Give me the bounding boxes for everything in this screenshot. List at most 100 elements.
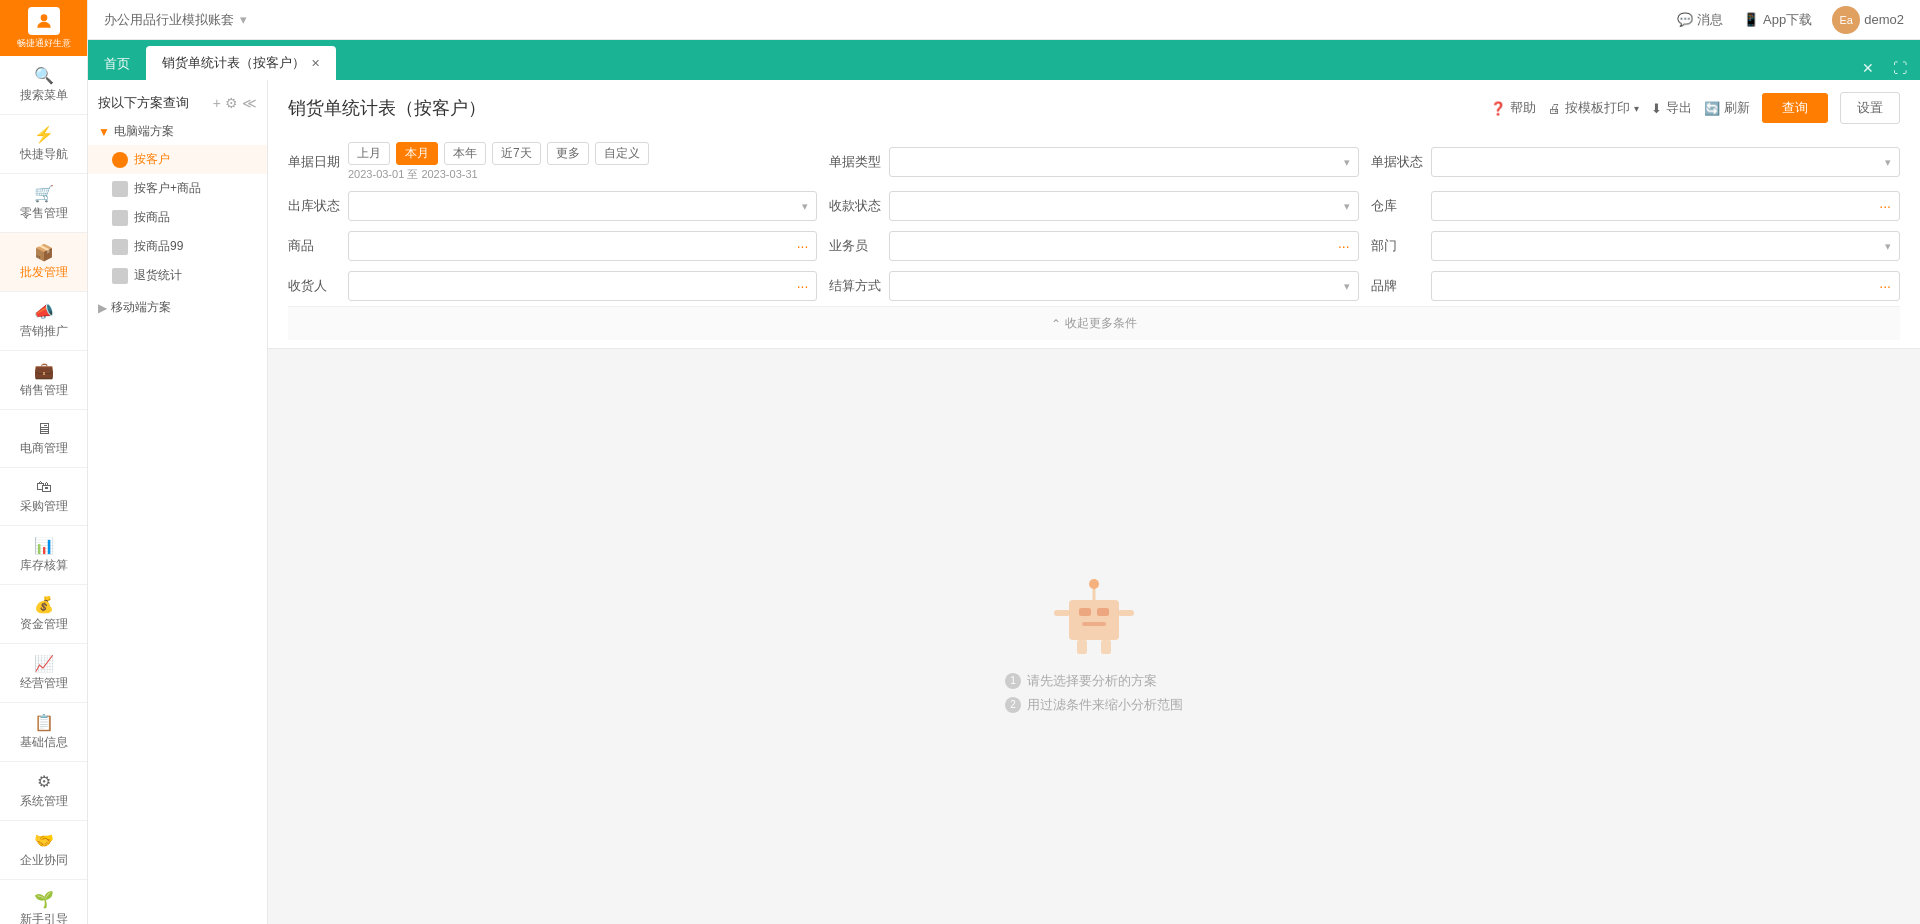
sidebar-item-marketing[interactable]: 📣 营销推广: [0, 292, 87, 351]
tab-home-label: 首页: [104, 55, 130, 73]
sidebar-item-quick-nav[interactable]: ⚡ 快捷导航: [0, 115, 87, 174]
message-btn[interactable]: 💬 消息: [1677, 11, 1723, 29]
warehouse-input[interactable]: ···: [1431, 191, 1900, 221]
tip-text-1: 请先选择要分析的方案: [1027, 672, 1157, 690]
scheme-item-label: 按商品99: [134, 238, 183, 255]
scheme-item-by-goods-99[interactable]: 按商品99: [88, 232, 267, 261]
sidebar-item-retail[interactable]: 🛒 零售管理: [0, 174, 87, 233]
date-btn-this-year[interactable]: 本年: [444, 142, 486, 165]
settings-scheme-btn[interactable]: ⚙: [225, 95, 238, 111]
sidebar-item-cooperation[interactable]: 🤝 企业协同: [0, 821, 87, 880]
doc-status-input[interactable]: ▾: [1431, 147, 1900, 177]
sidebar-item-system[interactable]: ⚙ 系统管理: [0, 762, 87, 821]
salesperson-input[interactable]: ···: [889, 231, 1358, 261]
scheme-item-by-customer-goods[interactable]: 按客户+商品: [88, 174, 267, 203]
brand-input[interactable]: ···: [1431, 271, 1900, 301]
collapse-bar[interactable]: ⌃ 收起更多条件: [288, 306, 1900, 340]
sidebar-item-label: 新手引导: [20, 911, 68, 924]
wholesale-icon: 📦: [34, 243, 54, 262]
sidebar-item-label: 基础信息: [20, 734, 68, 751]
doc-type-input[interactable]: ▾: [889, 147, 1358, 177]
message-label: 消息: [1697, 11, 1723, 29]
filter-item-receiver: 收货人 ···: [288, 270, 817, 302]
inventory-icon: 📊: [34, 536, 54, 555]
close-window-btn[interactable]: ✕: [1856, 56, 1880, 80]
sidebar-item-label: 销售管理: [20, 382, 68, 399]
tab-bar-right: ✕ ⛶: [1856, 56, 1920, 80]
maximize-btn[interactable]: ⛶: [1888, 56, 1912, 80]
export-btn[interactable]: ⬇ 导出: [1651, 99, 1692, 117]
user-menu[interactable]: Ea demo2: [1832, 6, 1904, 34]
marketing-icon: 📣: [34, 302, 54, 321]
export-label: 导出: [1666, 99, 1692, 117]
tab-sales-stat[interactable]: 销货单统计表（按客户） ✕: [146, 46, 336, 80]
sidebar-item-ecommerce[interactable]: 🖥 电商管理: [0, 410, 87, 468]
sidebar-item-finance[interactable]: 💰 资金管理: [0, 585, 87, 644]
scheme-group-toggle-mobile[interactable]: ▶ 移动端方案: [88, 294, 267, 321]
settlement-input[interactable]: ▾: [889, 271, 1358, 301]
refresh-btn[interactable]: 🔄 刷新: [1704, 99, 1750, 117]
filter-item-department: 部门 ▾: [1371, 230, 1900, 262]
dropdown-arrow-dept: ▾: [1885, 240, 1891, 253]
scheme-item-by-customer[interactable]: 按客户: [88, 145, 267, 174]
add-scheme-btn[interactable]: +: [213, 95, 221, 111]
scheme-group-label: 移动端方案: [111, 299, 171, 316]
scheme-group-mobile: ▶ 移动端方案: [88, 294, 267, 321]
scheme-item-by-goods[interactable]: 按商品: [88, 203, 267, 232]
main-area: 办公用品行业模拟账套 ▾ 💬 消息 📱 App下载 Ea demo2 首页 销货…: [88, 0, 1920, 924]
print-btn[interactable]: 🖨 按模板打印 ▾: [1548, 99, 1639, 117]
page-actions: ❓ 帮助 🖨 按模板打印 ▾ ⬇ 导出 🔄: [1490, 92, 1900, 124]
settings-button[interactable]: 设置: [1840, 92, 1900, 124]
sidebar-item-search[interactable]: 🔍 搜索菜单: [0, 56, 87, 115]
dots-goods: ···: [797, 238, 809, 254]
help-label: 帮助: [1510, 99, 1536, 117]
sidebar-item-guide[interactable]: 🌱 新手引导: [0, 880, 87, 924]
help-btn[interactable]: ❓ 帮助: [1490, 99, 1536, 117]
ship-status-input[interactable]: ▾: [348, 191, 817, 221]
app-download-btn[interactable]: 📱 App下载: [1743, 11, 1812, 29]
scheme-item-return-stats[interactable]: 退货统计: [88, 261, 267, 290]
scheme-item-label: 退货统计: [134, 267, 182, 284]
empty-tips: 1 请先选择要分析的方案 2 用过滤条件来缩小分析范围: [1005, 672, 1183, 714]
date-btn-this-month[interactable]: 本月: [396, 142, 438, 165]
sidebar-item-basic[interactable]: 📋 基础信息: [0, 703, 87, 762]
close-tab-btn[interactable]: ✕: [311, 57, 320, 70]
sidebar-item-purchase[interactable]: 🛍 采购管理: [0, 468, 87, 526]
svg-rect-5: [1054, 610, 1070, 616]
empty-tip-2: 2 用过滤条件来缩小分析范围: [1005, 696, 1183, 714]
sidebar-item-label: 采购管理: [20, 498, 68, 515]
scheme-panel-title: 按以下方案查询: [98, 94, 189, 112]
department-input[interactable]: ▾: [1431, 231, 1900, 261]
department-label: 部门: [1371, 237, 1423, 255]
query-button[interactable]: 查询: [1762, 93, 1828, 123]
receiver-input[interactable]: ···: [348, 271, 817, 301]
dropdown-arrow-icon[interactable]: ▾: [240, 12, 247, 27]
date-btn-custom[interactable]: 自定义: [595, 142, 649, 165]
payment-status-input[interactable]: ▾: [889, 191, 1358, 221]
doc-status-label: 单据状态: [1371, 153, 1423, 171]
date-btn-last-month[interactable]: 上月: [348, 142, 390, 165]
sidebar-item-inventory[interactable]: 📊 库存核算: [0, 526, 87, 585]
filter-item-brand: 品牌 ···: [1371, 270, 1900, 302]
print-icon: 🖨: [1548, 101, 1561, 116]
avatar: Ea: [1832, 6, 1860, 34]
filter-item-payment-status: 收款状态 ▾: [829, 190, 1358, 222]
empty-illustration: [1044, 560, 1144, 660]
collapse-scheme-btn[interactable]: ≪: [242, 95, 257, 111]
goods-input[interactable]: ···: [348, 231, 817, 261]
dropdown-arrow-ship: ▾: [802, 200, 808, 213]
settlement-label: 结算方式: [829, 277, 881, 295]
scheme-icon-grid3: [112, 239, 128, 255]
date-btn-last-7[interactable]: 近7天: [492, 142, 541, 165]
date-btn-more[interactable]: 更多: [547, 142, 589, 165]
scheme-group-toggle-desktop[interactable]: ▼ 电脑端方案: [88, 118, 267, 145]
sidebar: 畅捷通好生意 🔍 搜索菜单 ⚡ 快捷导航 🛒 零售管理 📦 批发管理 📣 营销推…: [0, 0, 88, 924]
sidebar-item-operations[interactable]: 📈 经营管理: [0, 644, 87, 703]
phone-icon: 📱: [1743, 12, 1759, 27]
sidebar-item-wholesale[interactable]: 📦 批发管理: [0, 233, 87, 292]
sidebar-item-sales[interactable]: 💼 销售管理: [0, 351, 87, 410]
sidebar-item-label: 批发管理: [20, 264, 68, 281]
svg-rect-2: [1079, 608, 1091, 616]
tab-home[interactable]: 首页: [88, 48, 146, 80]
sidebar-item-label: 营销推广: [20, 323, 68, 340]
